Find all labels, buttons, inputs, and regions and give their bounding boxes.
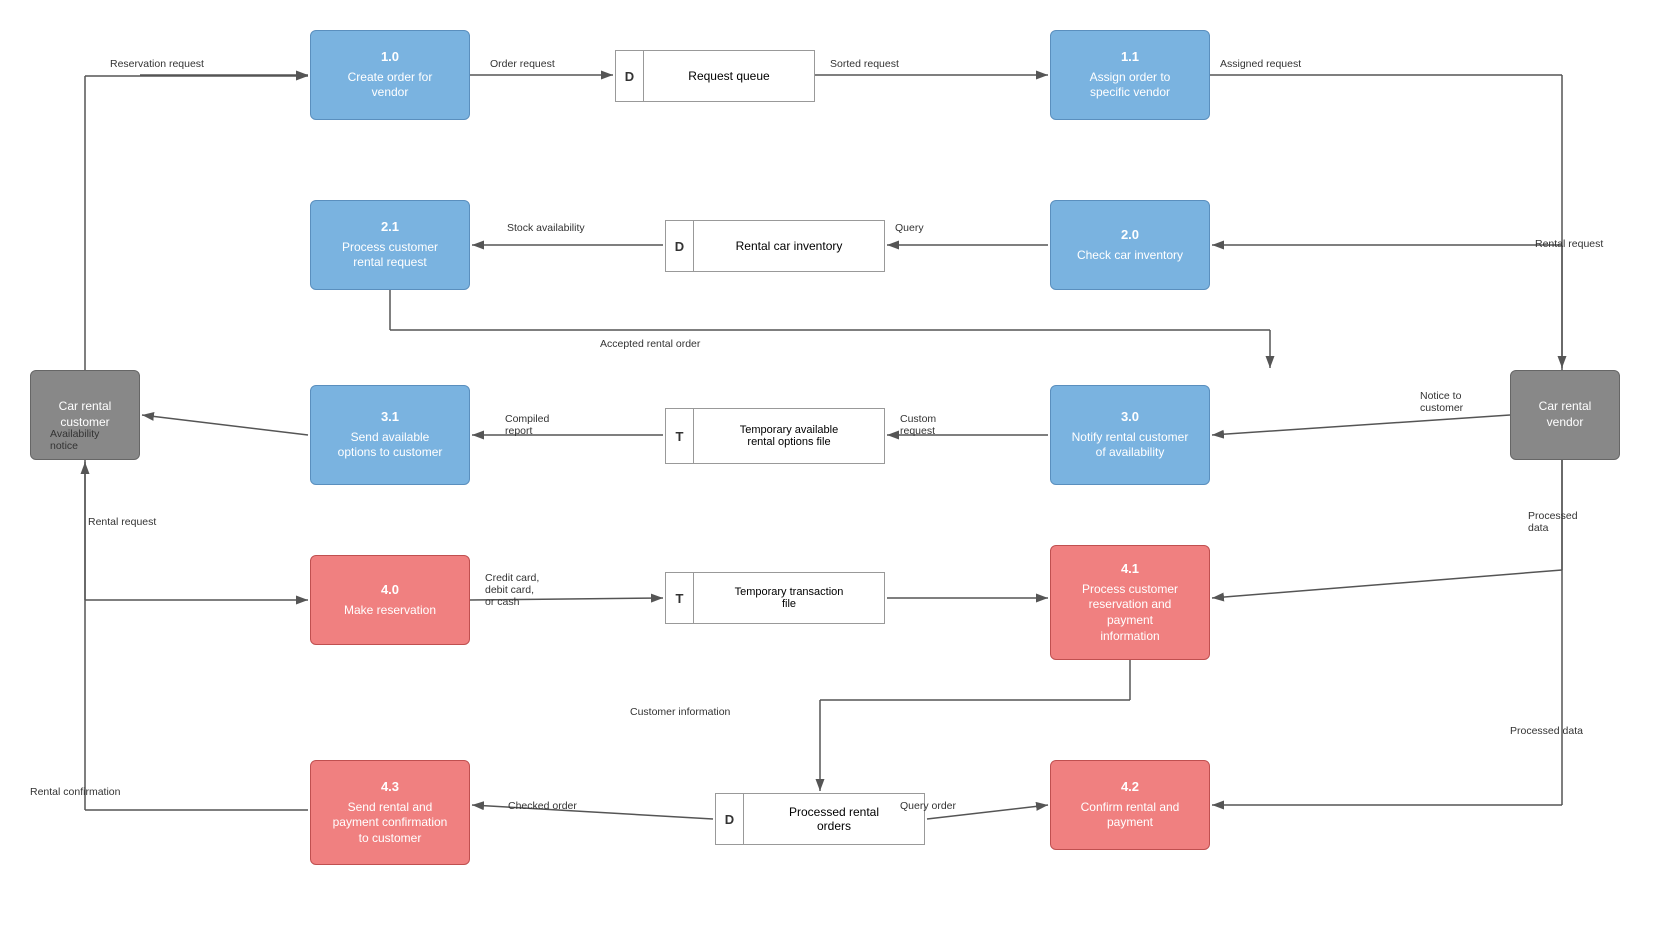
car-rental-customer-label: Car rentalcustomer [59, 399, 112, 430]
label-rental-request-vendor: Rental request [1535, 238, 1603, 250]
process-4-1: 4.1 Process customerreservation andpayme… [1050, 545, 1210, 660]
label-reservation-request: Reservation request [110, 58, 204, 70]
datastore-rental-car-inventory: D Rental car inventory [665, 220, 885, 272]
label-accepted-rental-order: Accepted rental order [600, 338, 700, 350]
process-3-1: 3.1 Send availableoptions to customer [310, 385, 470, 485]
process-4-0: 4.0 Make reservation [310, 555, 470, 645]
process-4-3: 4.3 Send rental andpayment confirmationt… [310, 760, 470, 865]
label-credit-card: Credit card,debit card,or cash [485, 572, 539, 608]
label-custom-request: Customrequest [900, 413, 936, 437]
label-processed-data-1: Processeddata [1528, 510, 1578, 534]
datastore-processed-rental: D Processed rentalorders [715, 793, 925, 845]
process-1-1: 1.1 Assign order tospecific vendor [1050, 30, 1210, 120]
label-order-request: Order request [490, 58, 555, 70]
label-notice-to-customer: Notice tocustomer [1420, 390, 1463, 414]
label-customer-information: Customer information [630, 706, 730, 718]
datastore-temp-transaction: T Temporary transactionfile [665, 572, 885, 624]
label-sorted-request: Sorted request [830, 58, 899, 70]
datastore-temp-available: T Temporary availablerental options file [665, 408, 885, 464]
label-processed-data-2: Processed data [1510, 725, 1583, 737]
process-2-0: 2.0 Check car inventory [1050, 200, 1210, 290]
process-3-0: 3.0 Notify rental customerof availabilit… [1050, 385, 1210, 485]
car-rental-vendor-entity: Car rentalvendor [1510, 370, 1620, 460]
label-query-order: Query order [900, 800, 956, 812]
process-2-1: 2.1 Process customerrental request [310, 200, 470, 290]
label-checked-order: Checked order [508, 800, 577, 812]
datastore-request-queue: D Request queue [615, 50, 815, 102]
label-rental-confirmation: Rental confirmation [30, 786, 120, 798]
process-4-2: 4.2 Confirm rental andpayment [1050, 760, 1210, 850]
label-compiled-report: Compiledreport [505, 413, 549, 437]
label-query: Query [895, 222, 924, 234]
label-stock-availability: Stock availability [507, 222, 585, 234]
label-availability-notice: Availabilitynotice [50, 428, 99, 452]
process-1-0: 1.0 Create order forvendor [310, 30, 470, 120]
label-rental-request-customer: Rental request [88, 516, 156, 528]
label-assigned-request: Assigned request [1220, 58, 1301, 70]
car-rental-vendor-label: Car rentalvendor [1539, 399, 1592, 430]
